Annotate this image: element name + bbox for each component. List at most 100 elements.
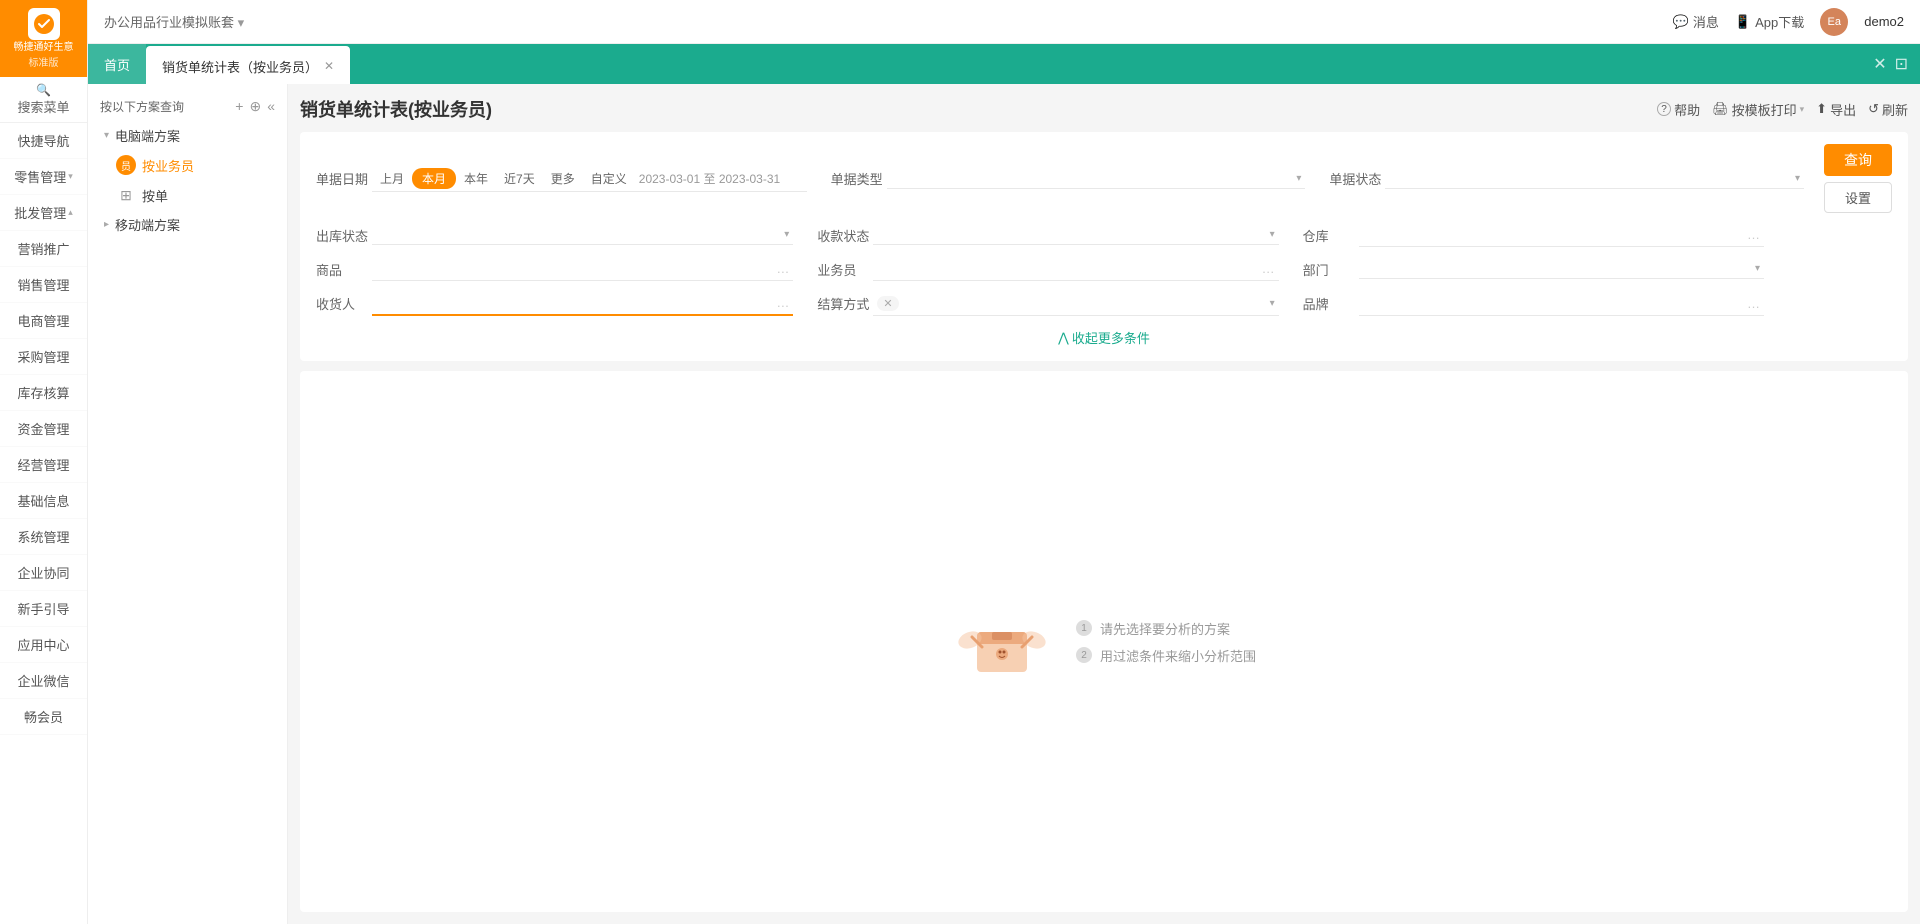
tab-home[interactable]: 首页 (88, 44, 146, 84)
settlement-label: 结算方式 (817, 294, 873, 313)
settings-scheme-icon[interactable]: ⊕ (249, 98, 261, 115)
logo-sub: 标准版 (29, 54, 59, 69)
sidebar-item-label: 销售管理 (4, 275, 83, 294)
topbar: 办公用品行业模拟账套 ▾ 💬 消息 📱 App下载 Ea demo2 (88, 0, 1920, 44)
warehouse-label: 仓库 (1303, 226, 1359, 245)
date-shortcut-custom[interactable]: 自定义 (583, 168, 635, 189)
user-name[interactable]: demo2 (1864, 14, 1904, 29)
date-shortcut-this-month[interactable]: 本月 (412, 168, 456, 189)
warehouse-input[interactable]: … (1359, 223, 1764, 247)
brand-input[interactable]: … (1359, 292, 1764, 316)
right-main: 销货单统计表(按业务员) ? 帮助 🖨 按模板打印 ▾ ⬆ 导出 (288, 84, 1920, 924)
sidebar-item-quick-nav[interactable]: 快捷导航 (0, 123, 87, 159)
sidebar-item-label: 营销推广 (4, 239, 83, 258)
date-shortcut-last-month[interactable]: 上月 (372, 168, 412, 189)
out-status-select[interactable]: ▾ (372, 225, 793, 245)
collapse-label: 收起更多条件 (1072, 328, 1150, 347)
consignee-input[interactable]: … (372, 291, 793, 316)
product-input[interactable]: … (372, 257, 793, 281)
refresh-icon: ↺ (1868, 101, 1879, 117)
app-download-action[interactable]: 📱 App下载 (1735, 12, 1804, 31)
collapse-up-icon: ⋀ (1058, 330, 1069, 346)
tab-sales-stat[interactable]: 销货单统计表（按业务员） ✕ (146, 46, 350, 86)
doc-status-select[interactable]: ▾ (1385, 169, 1804, 189)
consignee-dots: … (776, 295, 789, 310)
avatar-text: Ea (1828, 16, 1841, 28)
sidebar-item-basic-info[interactable]: 基础信息 (0, 483, 87, 519)
sidebar-item-inventory[interactable]: 库存核算 (0, 375, 87, 411)
sidebar-item-label: 批发管理 (14, 203, 66, 222)
tab-expand-icon[interactable]: ⊡ (1895, 54, 1908, 74)
sidebar-search-item[interactable]: 🔍 搜索菜单 (0, 77, 87, 123)
tree-item-label: 电脑端方案 (115, 126, 180, 145)
logo-icon (28, 8, 60, 40)
date-shortcut-this-year[interactable]: 本年 (456, 168, 496, 189)
breadcrumb-arrow-icon[interactable]: ▾ (238, 15, 245, 30)
warehouse-dots: … (1747, 227, 1760, 242)
dept-arrow-icon: ▾ (1755, 263, 1760, 274)
tree-item-pc[interactable]: ▾ 电脑端方案 (88, 121, 287, 150)
sidebar-logo: 畅捷通好生意 标准版 (0, 0, 87, 77)
message-label: 消息 (1693, 12, 1719, 31)
sidebar-item-member[interactable]: 畅会员 (0, 699, 87, 735)
help-action[interactable]: ? 帮助 (1657, 100, 1700, 119)
avatar[interactable]: Ea (1820, 8, 1848, 36)
sidebar-item-wholesale[interactable]: 批发管理 ▴ (0, 195, 87, 231)
sidebar-item-newbie[interactable]: 新手引导 (0, 591, 87, 627)
collapse-panel-icon[interactable]: « (267, 98, 275, 115)
breadcrumb-text: 办公用品行业模拟账套 (104, 15, 234, 30)
date-shortcut-more[interactable]: 更多 (543, 168, 583, 189)
sidebar-item-retail[interactable]: 零售管理 ▾ (0, 159, 87, 195)
collapse-row: ⋀ 收起更多条件 (316, 322, 1892, 349)
dept-select[interactable]: ▾ (1359, 259, 1764, 279)
settings-button[interactable]: 设置 (1824, 182, 1892, 213)
sidebar-item-label: 电商管理 (4, 311, 83, 330)
doc-status-label: 单据状态 (1329, 169, 1385, 188)
tree-item-salesman[interactable]: 员 按业务员 (88, 150, 287, 180)
settlement-select[interactable]: ✕ ▾ (873, 292, 1278, 316)
collapse-button[interactable]: ⋀ 收起更多条件 (1058, 328, 1150, 347)
tree-collapse-icon: ▸ (104, 219, 109, 230)
tab-close-window-icon[interactable]: ✕ (1873, 54, 1886, 74)
sidebar-item-marketing[interactable]: 营销推广 (0, 231, 87, 267)
salesman-input[interactable]: … (873, 257, 1278, 281)
export-action[interactable]: ⬆ 导出 (1816, 100, 1856, 119)
doc-type-arrow-icon: ▾ (1296, 173, 1301, 184)
refresh-action[interactable]: ↺ 刷新 (1868, 100, 1908, 119)
message-action[interactable]: 💬 消息 (1673, 12, 1719, 31)
query-buttons: 查询 设置 (1824, 144, 1892, 213)
tree-item-grid-icon: ⊞ (116, 185, 136, 205)
settlement-clear-x-icon[interactable]: ✕ (883, 297, 892, 310)
sidebar-search-label: 搜索菜单 (8, 97, 79, 116)
sidebar-item-finance[interactable]: 资金管理 (0, 411, 87, 447)
empty-illustration (952, 592, 1052, 692)
tree-expand-icon: ▾ (104, 130, 109, 141)
sidebar-item-app-center[interactable]: 应用中心 (0, 627, 87, 663)
doc-type-select[interactable]: ▾ (887, 169, 1306, 189)
sidebar-item-enterprise-wechat[interactable]: 企业微信 (0, 663, 87, 699)
sidebar-item-ecommerce[interactable]: 电商管理 (0, 303, 87, 339)
tree-item-by-order[interactable]: ⊞ 按单 (88, 180, 287, 210)
page-title: 销货单统计表(按业务员) (300, 96, 492, 122)
template-print-action[interactable]: 🖨 按模板打印 ▾ (1712, 100, 1804, 119)
phone-icon: 📱 (1735, 14, 1751, 30)
empty-tip-1: 1 请先选择要分析的方案 (1076, 619, 1256, 638)
tree-item-label: 按单 (142, 186, 168, 205)
add-scheme-icon[interactable]: + (235, 98, 243, 115)
tip-num-2: 2 (1076, 647, 1092, 663)
help-icon: ? (1657, 102, 1671, 116)
date-filter-value[interactable]: 上月 本月 本年 近7天 更多 自定义 2023-03-01 至 2023-03… (372, 166, 807, 192)
date-shortcut-7days[interactable]: 近7天 (496, 168, 543, 189)
sidebar-item-operations[interactable]: 经营管理 (0, 447, 87, 483)
sidebar-item-enterprise[interactable]: 企业协同 (0, 555, 87, 591)
sidebar-item-system[interactable]: 系统管理 (0, 519, 87, 555)
breadcrumb: 办公用品行业模拟账套 ▾ (104, 12, 1661, 31)
sidebar-item-sales-mgmt[interactable]: 销售管理 (0, 267, 87, 303)
settlement-clear-tag[interactable]: ✕ (877, 296, 898, 311)
query-button[interactable]: 查询 (1824, 144, 1892, 176)
tab-close-icon[interactable]: ✕ (324, 59, 334, 73)
payment-status-select[interactable]: ▾ (873, 225, 1278, 245)
tree-item-mobile[interactable]: ▸ 移动端方案 (88, 210, 287, 239)
sidebar-item-purchase[interactable]: 采购管理 (0, 339, 87, 375)
app-download-label: App下载 (1755, 12, 1804, 31)
